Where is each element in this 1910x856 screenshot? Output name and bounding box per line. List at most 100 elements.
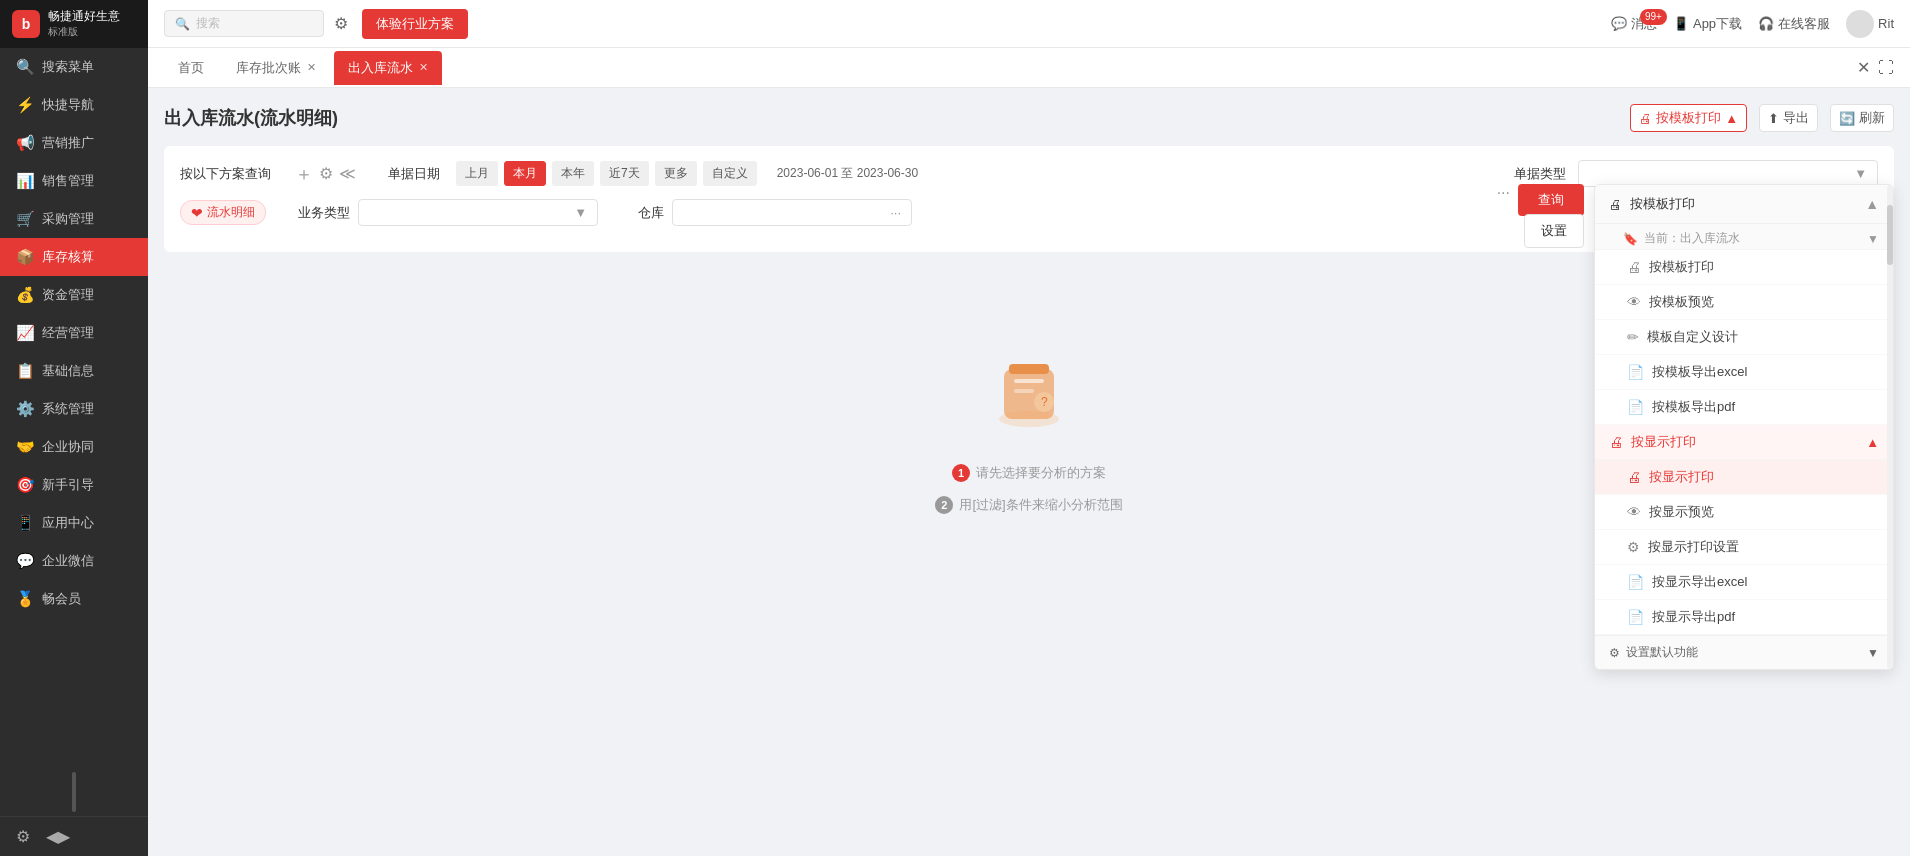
finance-icon: 💰 xyxy=(16,286,34,304)
date-btn-thisyear[interactable]: 本年 xyxy=(552,161,594,186)
print-template-btn[interactable]: 🖨 按模板打印 ▲ xyxy=(1630,104,1747,132)
print-icon: 🖨 xyxy=(1627,259,1641,275)
sidebar-item-inventory[interactable]: 📦 库存核算 xyxy=(0,238,148,276)
setup-btn-container: 设置 xyxy=(1524,214,1584,248)
dropdown-footer-label[interactable]: ⚙ 设置默认功能 xyxy=(1609,644,1698,661)
tab-expand-icon[interactable]: ⛶ xyxy=(1878,59,1894,77)
filter-settings-icon[interactable]: ⚙ xyxy=(319,164,333,183)
collapse-icon[interactable]: ◀▶ xyxy=(46,827,70,846)
date-btn-custom[interactable]: 自定义 xyxy=(703,161,757,186)
refresh-icon: 🔄 xyxy=(1839,111,1855,126)
export-icon: ⬆ xyxy=(1768,111,1779,126)
dropdown-item-preview-template[interactable]: 👁 按模板预览 xyxy=(1595,285,1893,320)
business-type-select[interactable]: ▼ xyxy=(358,199,598,226)
excel-icon: 📄 xyxy=(1627,574,1644,590)
message-btn[interactable]: 💬 消息 99+ xyxy=(1611,15,1657,33)
topbar-search[interactable]: 🔍 搜索 xyxy=(164,10,324,37)
export-btn[interactable]: ⬆ 导出 xyxy=(1759,104,1818,132)
sidebar-item-enterprise[interactable]: 🤝 企业协同 xyxy=(0,428,148,466)
doc-type-select[interactable]: ▼ xyxy=(1578,160,1878,187)
chevron-down-icon: ▼ xyxy=(1854,166,1867,181)
appstore-icon: 📱 xyxy=(16,514,34,532)
sidebar-nav: 🔍 搜索菜单 ⚡ 快捷导航 📢 营销推广 📊 销售管理 🛒 采购管理 📦 库存核… xyxy=(0,48,148,772)
message-badge: 99+ xyxy=(1640,9,1667,25)
sidebar-item-appstore[interactable]: 📱 应用中心 xyxy=(0,504,148,542)
inventory-icon: 📦 xyxy=(16,248,34,266)
tag-icon: ❤ xyxy=(191,205,203,221)
date-btn-7days[interactable]: 近7天 xyxy=(600,161,649,186)
dropdown-item-export-pdf-display[interactable]: 📄 按显示导出pdf xyxy=(1595,600,1893,635)
user-avatar[interactable]: Rit xyxy=(1846,10,1894,38)
page-title: 出入库流水(流水明细) xyxy=(164,106,338,130)
app-download-icon: 📱 xyxy=(1673,16,1689,31)
sidebar-item-finance[interactable]: 💰 资金管理 xyxy=(0,276,148,314)
dropdown-item-export-excel-display[interactable]: 📄 按显示导出excel xyxy=(1595,565,1893,600)
guide-icon: 🎯 xyxy=(16,476,34,494)
design-icon: ✏ xyxy=(1627,329,1639,345)
online-service-btn[interactable]: 🎧 在线客服 xyxy=(1758,15,1830,33)
headset-icon: 🎧 xyxy=(1758,16,1774,31)
more-options-icon[interactable]: ··· xyxy=(1497,184,1510,216)
dropdown-item-print-display[interactable]: 🖨 按显示打印 xyxy=(1595,460,1893,495)
tab-home[interactable]: 首页 xyxy=(164,51,218,85)
query-btn[interactable]: 查询 xyxy=(1518,184,1584,216)
sidebar-item-member[interactable]: 🏅 畅会员 xyxy=(0,580,148,618)
sidebar-item-wechat[interactable]: 💬 企业微信 xyxy=(0,542,148,580)
avatar-img xyxy=(1846,10,1874,38)
dropdown-display-section-header[interactable]: 🖨 按显示打印 ▲ xyxy=(1595,425,1893,460)
svg-text:?: ? xyxy=(1041,395,1048,409)
scrollbar-thumb xyxy=(1887,205,1893,265)
sidebar-item-marketing[interactable]: 📢 营销推广 xyxy=(0,124,148,162)
default-settings-icon: ⚙ xyxy=(1609,646,1620,660)
warehouse-select[interactable]: ··· xyxy=(672,199,912,226)
dropdown-item-custom-design[interactable]: ✏ 模板自定义设计 xyxy=(1595,320,1893,355)
tab-close-all-icon[interactable]: ✕ xyxy=(1857,58,1870,77)
refresh-btn[interactable]: 🔄 刷新 xyxy=(1830,104,1894,132)
search-icon: 🔍 xyxy=(175,17,190,31)
tabs-right-actions: ✕ ⛶ xyxy=(1857,58,1894,77)
chevron-down-icon: ▼ xyxy=(1867,232,1879,246)
filter-add-icon[interactable]: ＋ xyxy=(295,162,313,186)
page-content: 出入库流水(流水明细) 🖨 按模板打印 ▲ ⬆ 导出 🔄 刷新 xyxy=(148,88,1910,856)
date-btn-more[interactable]: 更多 xyxy=(655,161,697,186)
sidebar-item-purchase[interactable]: 🛒 采购管理 xyxy=(0,200,148,238)
dropdown-scrollbar[interactable] xyxy=(1887,185,1893,669)
operations-icon: 📈 xyxy=(16,324,34,342)
app-download-btn[interactable]: 📱 App下载 xyxy=(1673,15,1742,33)
date-btn-thismonth[interactable]: 本月 xyxy=(504,161,546,186)
dropdown-item-print-template[interactable]: 🖨 按模板打印 xyxy=(1595,250,1893,285)
dropdown-footer: ⚙ 设置默认功能 ▼ xyxy=(1595,635,1893,669)
dropdown-item-export-pdf-template[interactable]: 📄 按模板导出pdf xyxy=(1595,390,1893,425)
business-type-label: 业务类型 xyxy=(298,204,350,222)
svg-rect-4 xyxy=(1014,389,1034,393)
sidebar-item-sales[interactable]: 📊 销售管理 xyxy=(0,162,148,200)
setup-btn[interactable]: 设置 xyxy=(1524,214,1584,248)
tab-batch-close[interactable]: ✕ xyxy=(307,61,316,74)
dropdown-item-preview-display[interactable]: 👁 按显示预览 xyxy=(1595,495,1893,530)
topbar: 🔍 搜索 ⚙ 体验行业方案 💬 消息 99+ 📱 App下载 🎧 在线客服 Ri… xyxy=(148,0,1910,48)
sidebar-item-basic[interactable]: 📋 基础信息 xyxy=(0,352,148,390)
date-btn-lastmonth[interactable]: 上月 xyxy=(456,161,498,186)
app-logo: b 畅捷通好生意 标准版 xyxy=(0,0,148,48)
tab-flow-close[interactable]: ✕ xyxy=(419,61,428,74)
sidebar: b 畅捷通好生意 标准版 🔍 搜索菜单 ⚡ 快捷导航 📢 营销推广 📊 销售管理… xyxy=(0,0,148,856)
dropdown-panel: 🖨 按模板打印 ▲ 🔖 当前：出入库流水 ▼ 🖨 按模板打印 👁 按模板预览 xyxy=(1594,184,1894,670)
sidebar-item-operations[interactable]: 📈 经营管理 xyxy=(0,314,148,352)
sidebar-item-guide[interactable]: 🎯 新手引导 xyxy=(0,466,148,504)
dropdown-collapse-icon[interactable]: ▲ xyxy=(1865,196,1879,212)
industry-btn[interactable]: 体验行业方案 xyxy=(362,9,468,39)
sidebar-item-quicknav[interactable]: ⚡ 快捷导航 xyxy=(0,86,148,124)
topbar-gear-icon[interactable]: ⚙ xyxy=(334,14,348,33)
topbar-right: 💬 消息 99+ 📱 App下载 🎧 在线客服 Rit xyxy=(1611,10,1894,38)
date-label: 单据日期 xyxy=(388,165,440,183)
dropdown-item-print-settings-display[interactable]: ⚙ 按显示打印设置 xyxy=(1595,530,1893,565)
logo-icon: b xyxy=(12,10,40,38)
filter-collapse-icon[interactable]: ≪ xyxy=(339,164,356,183)
dropdown-item-export-excel-template[interactable]: 📄 按模板导出excel xyxy=(1595,355,1893,390)
sidebar-item-search[interactable]: 🔍 搜索菜单 xyxy=(0,48,148,86)
tab-flow[interactable]: 出入库流水 ✕ xyxy=(334,51,442,85)
settings-icon[interactable]: ⚙ xyxy=(16,827,30,846)
sidebar-item-system[interactable]: ⚙️ 系统管理 xyxy=(0,390,148,428)
tab-batch[interactable]: 库存批次账 ✕ xyxy=(222,51,330,85)
settings-icon: ⚙ xyxy=(1627,539,1640,555)
